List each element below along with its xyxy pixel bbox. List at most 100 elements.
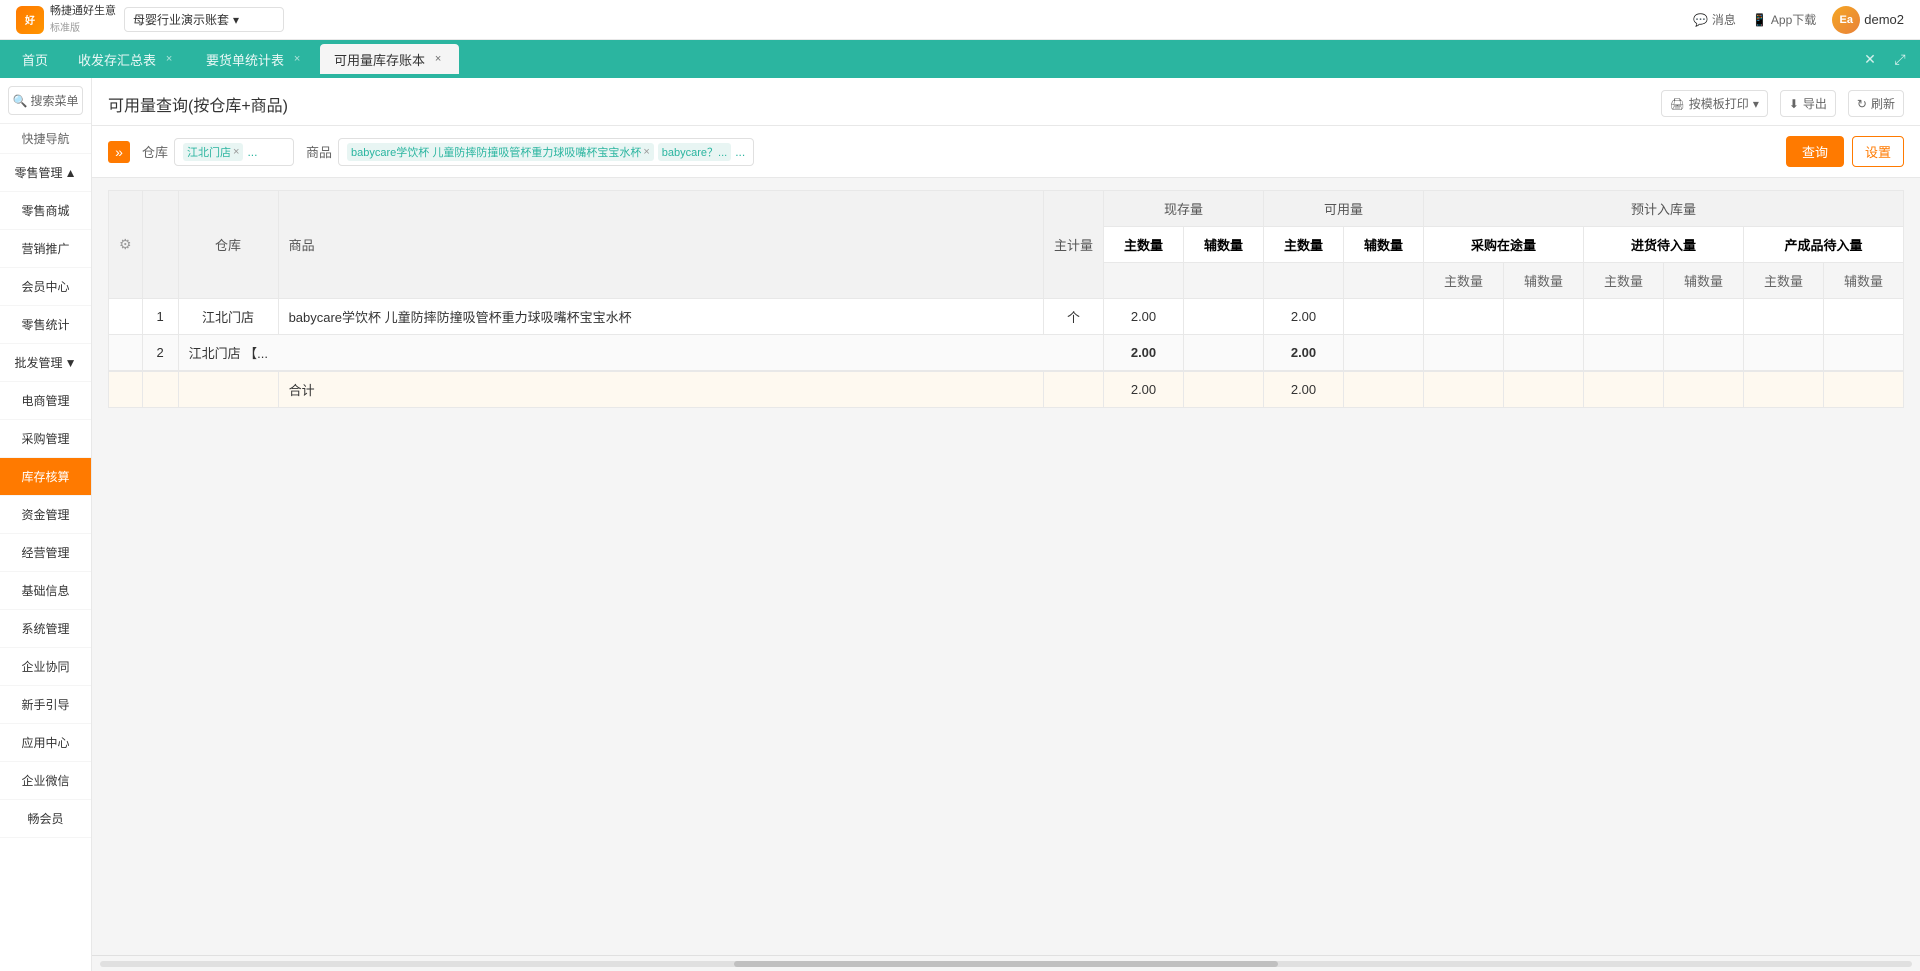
- print-btn[interactable]: 🖨 按模板打印 ▾: [1661, 90, 1768, 117]
- sidebar-item-enterprise-wechat[interactable]: 企业微信: [0, 762, 91, 800]
- logo-area: 好 畅捷通好生意 标准版: [16, 5, 116, 33]
- row-finished-main: [1744, 299, 1824, 335]
- tab-home[interactable]: 首页: [8, 44, 62, 74]
- sidebar-item-member-plus[interactable]: 畅会员: [0, 800, 91, 838]
- sidebar-item-member-center[interactable]: 会员中心: [0, 268, 91, 306]
- goods-input[interactable]: babycare学饮杯 儿童防摔防撞吸管杯重力球吸嘴杯宝宝水杯 × babyca…: [338, 138, 754, 166]
- goods-more-btn[interactable]: ...: [735, 145, 745, 159]
- quick-nav-label: 快捷导航: [21, 130, 69, 147]
- refresh-btn[interactable]: ↻ 刷新: [1848, 90, 1904, 117]
- logo-name: 畅捷通好生意: [50, 5, 116, 18]
- app-download-action[interactable]: 📱 App下载: [1752, 11, 1816, 28]
- settings-btn[interactable]: 设置: [1852, 136, 1904, 167]
- row-stock-aux: [1184, 299, 1264, 335]
- th-stock-aux-2: [1184, 263, 1264, 299]
- row-goods: babycare学饮杯 儿童防摔防撞吸管杯重力球吸嘴杯宝宝水杯: [278, 299, 1043, 335]
- filter-area: » 仓库 江北门店 × ... 商品 babycare学饮杯 儿童防摔防撞吸管杯…: [92, 126, 1920, 178]
- sidebar-item-marketing[interactable]: 营销推广: [0, 230, 91, 268]
- message-icon: 💬: [1693, 13, 1708, 27]
- sidebar-item-purchase-mgmt[interactable]: 采购管理: [0, 420, 91, 458]
- goods-tag-1-close[interactable]: ×: [643, 146, 649, 158]
- search-menu-btn[interactable]: 🔍 搜索菜单: [8, 86, 83, 115]
- export-label: 导出: [1803, 95, 1827, 112]
- logo-icon: 好: [16, 6, 44, 34]
- sidebar-item-batch-mgmt[interactable]: 批发管理 ▼: [0, 344, 91, 382]
- batch-mgmt-label: 批发管理: [15, 354, 63, 371]
- sidebar-item-retail-stats[interactable]: 零售统计: [0, 306, 91, 344]
- row-stock-main: 2.00: [1104, 299, 1184, 335]
- row-warehouse: 江北门店: [178, 299, 278, 335]
- warehouse-tag-close[interactable]: ×: [233, 146, 239, 158]
- row-settings: [109, 299, 143, 335]
- tab-receivepay[interactable]: 收发存汇总表 ×: [64, 44, 190, 74]
- th-avail-aux-2: [1344, 263, 1424, 299]
- logo-subtitle: 标准版: [50, 19, 116, 34]
- footer-settings: [109, 371, 143, 408]
- export-btn[interactable]: ⬇ 导出: [1780, 90, 1836, 117]
- tab-available-stock[interactable]: 可用量库存账本 ×: [320, 44, 459, 74]
- export-icon: ⬇: [1789, 97, 1799, 111]
- group-settings: [109, 335, 143, 372]
- refresh-label: 刷新: [1871, 95, 1895, 112]
- sidebar-item-retail-store[interactable]: 零售商城: [0, 192, 91, 230]
- page-actions: 🖨 按模板打印 ▾ ⬇ 导出 ↻ 刷新: [1661, 90, 1904, 117]
- purchase-mgmt-label: 采购管理: [21, 430, 69, 447]
- sidebar-item-ecommerce[interactable]: 电商管理: [0, 382, 91, 420]
- th-estimated-inbound: 预计入库量: [1424, 191, 1904, 227]
- th-avail-main: 主数量: [1264, 227, 1344, 263]
- member-plus-label: 畅会员: [27, 810, 63, 827]
- bottom-scrollbar[interactable]: [92, 955, 1920, 971]
- sidebar-item-enterprise-collab[interactable]: 企业协同: [0, 648, 91, 686]
- th-purchase-transit: 采购在途量: [1424, 227, 1584, 263]
- warehouse-input[interactable]: 江北门店 × ...: [174, 138, 294, 166]
- sidebar-item-finance[interactable]: 资金管理: [0, 496, 91, 534]
- goods-label: 商品: [306, 142, 332, 161]
- warehouse-filter: 仓库 江北门店 × ...: [142, 138, 294, 166]
- phone-icon: 📱: [1752, 13, 1767, 27]
- available-stock-close-icon[interactable]: ×: [431, 52, 445, 66]
- filter-toggle-btn[interactable]: »: [108, 141, 130, 163]
- tab-order-stats[interactable]: 要货单统计表 ×: [192, 44, 318, 74]
- nav-close-btn[interactable]: ✕: [1858, 47, 1882, 71]
- th-unit: 主计量: [1043, 191, 1103, 299]
- goods-tag-1: babycare学饮杯 儿童防摔防撞吸管杯重力球吸嘴杯宝宝水杯 ×: [347, 143, 654, 161]
- sidebar-item-new-guide[interactable]: 新手引导: [0, 686, 91, 724]
- order-stats-close-icon[interactable]: ×: [290, 52, 304, 66]
- scroll-track: [100, 961, 1912, 967]
- row-avail-aux: [1344, 299, 1424, 335]
- message-label: 消息: [1712, 11, 1736, 28]
- home-tab-label: 首页: [22, 50, 48, 69]
- warehouse-more-icon[interactable]: ...: [247, 145, 257, 159]
- warehouse-label: 仓库: [142, 142, 168, 161]
- sidebar-item-retail-mgmt[interactable]: 零售管理 ▲: [0, 154, 91, 192]
- sidebar-item-operations[interactable]: 经营管理: [0, 534, 91, 572]
- column-settings-icon[interactable]: ⚙: [119, 236, 132, 252]
- new-guide-label: 新手引导: [21, 696, 69, 713]
- sidebar-item-inventory[interactable]: 库存核算: [0, 458, 91, 496]
- basic-info-label: 基础信息: [21, 582, 69, 599]
- th-no: [142, 191, 178, 299]
- data-table: ⚙ 仓库 商品 主计量 现存量 可用量 预计入库量 主数量 辅数量 主数量: [108, 190, 1904, 408]
- sidebar-item-system-mgmt[interactable]: 系统管理: [0, 610, 91, 648]
- th-finished-waiting: 产成品待入量: [1744, 227, 1904, 263]
- footer-avail-aux: [1344, 371, 1424, 408]
- footer-warehouse: [178, 371, 278, 408]
- nav-expand-btn[interactable]: ⤢: [1888, 47, 1912, 71]
- group-stock-aux: [1184, 335, 1264, 372]
- available-stock-tab-label: 可用量库存账本: [334, 50, 425, 69]
- row-no: 1: [142, 299, 178, 335]
- query-btn[interactable]: 查询: [1786, 136, 1844, 167]
- footer-no: [142, 371, 178, 408]
- sidebar-item-basic-info[interactable]: 基础信息: [0, 572, 91, 610]
- industry-selector[interactable]: 母婴行业演示账套 ▾: [124, 7, 284, 32]
- retail-mgmt-label: 零售管理: [15, 164, 63, 181]
- message-action[interactable]: 💬 消息: [1693, 11, 1736, 28]
- group-avail-aux: [1344, 335, 1424, 372]
- user-area[interactable]: Ea demo2: [1832, 6, 1904, 34]
- footer-pur-trans-aux: [1504, 371, 1584, 408]
- print-icon: 🖨: [1670, 97, 1685, 111]
- sidebar-item-quick-nav[interactable]: 快捷导航: [0, 124, 91, 154]
- th-goods: 商品: [278, 191, 1043, 299]
- receivepay-close-icon[interactable]: ×: [162, 52, 176, 66]
- sidebar-item-app-center[interactable]: 应用中心: [0, 724, 91, 762]
